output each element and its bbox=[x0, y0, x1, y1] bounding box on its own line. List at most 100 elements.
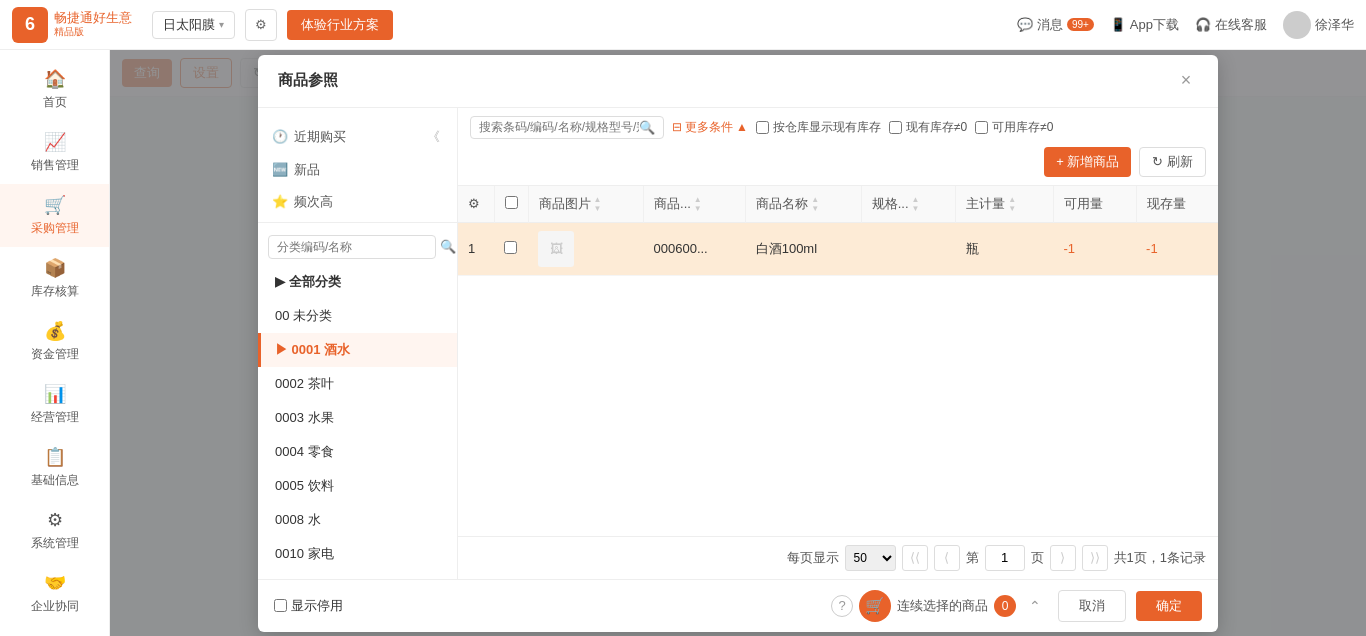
col-code[interactable]: 商品... ▲▼ bbox=[644, 186, 746, 223]
category-search-input[interactable] bbox=[268, 235, 436, 259]
product-table-wrap: ⚙ 商品图片 ▲▼ bbox=[458, 186, 1218, 536]
user-profile-item[interactable]: 徐泽华 bbox=[1283, 11, 1354, 39]
col-name[interactable]: 商品名称 ▲▼ bbox=[746, 186, 862, 223]
category-item-0005[interactable]: 0005 饮料 bbox=[258, 469, 457, 503]
layout: 🏠 首页 📈 销售管理 🛒 采购管理 📦 库存核算 💰 资金管理 📊 经营管理 … bbox=[0, 50, 1366, 636]
purchase-icon: 🛒 bbox=[44, 194, 66, 216]
category-item-0008[interactable]: 0008 水 bbox=[258, 503, 457, 537]
last-page-button[interactable]: ⟩⟩ bbox=[1082, 545, 1108, 571]
collapse-icon: ⌃ bbox=[1029, 598, 1041, 614]
category-item-0003[interactable]: 0003 水果 bbox=[258, 401, 457, 435]
existing-stock-checkbox-label[interactable]: 现有库存≠0 bbox=[889, 119, 967, 136]
show-disabled-checkbox-label[interactable]: 显示停用 bbox=[274, 597, 343, 615]
modal-left-panel: 🕐 近期购买 《 🆕 新品 ⭐ bbox=[258, 108, 458, 579]
add-product-button[interactable]: + 新增商品 bbox=[1044, 147, 1131, 177]
sidebar-item-sales[interactable]: 📈 销售管理 bbox=[0, 121, 109, 184]
quick-item-recent[interactable]: 🕐 近期购买 《 bbox=[258, 120, 457, 154]
select-all-checkbox[interactable] bbox=[505, 196, 518, 209]
col-unit[interactable]: 主计量 ▲▼ bbox=[956, 186, 1054, 223]
sidebar-item-system[interactable]: ⚙ 系统管理 bbox=[0, 499, 109, 562]
all-category-label: 全部分类 bbox=[289, 273, 341, 291]
sidebar-item-basic-info[interactable]: 📋 基础信息 bbox=[0, 436, 109, 499]
product-search-input[interactable] bbox=[479, 120, 639, 134]
per-page-select[interactable]: 10 20 50 100 bbox=[845, 545, 896, 571]
quick-item-freq[interactable]: ⭐ 频次高 bbox=[258, 186, 457, 218]
next-page-button[interactable]: ⟩ bbox=[1050, 545, 1076, 571]
shop-selector[interactable]: 日太阳膜 ▾ bbox=[152, 11, 235, 39]
sidebar-label-basic-info: 基础信息 bbox=[31, 472, 79, 489]
nav-right: 💬 消息 99+ 📱 App下载 🎧 在线客服 徐泽华 bbox=[1017, 11, 1354, 39]
cart-icon-button[interactable]: 🛒 bbox=[859, 590, 891, 622]
warehouse-checkbox-label[interactable]: 按仓库显示现有库存 bbox=[756, 119, 881, 136]
selected-count-badge: 0 bbox=[994, 595, 1016, 617]
product-search-icon[interactable]: 🔍 bbox=[639, 120, 655, 135]
col-image[interactable]: 商品图片 ▲▼ bbox=[528, 186, 644, 223]
cart-area: ? 🛒 连续选择的商品 0 ⌃ bbox=[831, 590, 1048, 622]
category-search-row: 🔍 bbox=[258, 229, 457, 265]
sidebar-item-finance[interactable]: 💰 资金管理 bbox=[0, 310, 109, 373]
category-item-00[interactable]: 00 未分类 bbox=[258, 299, 457, 333]
pagination: 每页显示 10 20 50 100 ⟨⟨ ⟨ 第 页 bbox=[458, 536, 1218, 579]
prev-page-button[interactable]: ⟨ bbox=[934, 545, 960, 571]
cancel-button[interactable]: 取消 bbox=[1058, 590, 1126, 622]
sidebar-item-collab[interactable]: 🤝 企业协同 bbox=[0, 562, 109, 625]
col-spec[interactable]: 规格... ▲▼ bbox=[861, 186, 956, 223]
help-icon[interactable]: ? bbox=[831, 595, 853, 617]
message-icon: 💬 bbox=[1017, 17, 1033, 32]
logo-icon: 6 bbox=[12, 7, 48, 43]
footer-collapse-button[interactable]: ⌃ bbox=[1022, 593, 1048, 619]
recent-collapse-icon[interactable]: 《 bbox=[423, 127, 443, 147]
show-disabled-checkbox[interactable] bbox=[274, 599, 287, 612]
quick-item-new[interactable]: 🆕 新品 bbox=[258, 154, 457, 186]
cat-0002-label: 0002 茶叶 bbox=[275, 376, 334, 391]
avatar bbox=[1283, 11, 1311, 39]
sidebar-item-inventory[interactable]: 📦 库存核算 bbox=[0, 247, 109, 310]
page-input[interactable] bbox=[985, 545, 1025, 571]
online-service-item[interactable]: 🎧 在线客服 bbox=[1195, 16, 1267, 34]
sales-icon: 📈 bbox=[44, 131, 66, 153]
existing-stock-checkbox[interactable] bbox=[889, 121, 902, 134]
freq-label: 频次高 bbox=[294, 193, 333, 211]
category-item-0004[interactable]: 0004 零食 bbox=[258, 435, 457, 469]
cart-icon: 🛒 bbox=[865, 596, 885, 615]
sidebar-item-business[interactable]: 📊 经营管理 bbox=[0, 373, 109, 436]
available-stock-checkbox-label[interactable]: 可用库存≠0 bbox=[975, 119, 1053, 136]
category-search-icon[interactable]: 🔍 bbox=[440, 239, 456, 254]
continuous-label: 连续选择的商品 bbox=[897, 597, 988, 615]
sidebar-item-purchase[interactable]: 🛒 采购管理 bbox=[0, 184, 109, 247]
business-icon: 📊 bbox=[44, 383, 66, 405]
sidebar-label-collab: 企业协同 bbox=[31, 598, 79, 615]
gear-button[interactable]: ⚙ bbox=[245, 9, 277, 41]
modal-close-button[interactable]: × bbox=[1174, 69, 1198, 93]
sidebar: 🏠 首页 📈 销售管理 🛒 采购管理 📦 库存核算 💰 资金管理 📊 经营管理 … bbox=[0, 50, 110, 636]
image-sort-icon: ▲▼ bbox=[594, 195, 602, 213]
category-item-0010[interactable]: 0010 家电 bbox=[258, 537, 457, 571]
category-item-0002[interactable]: 0002 茶叶 bbox=[258, 367, 457, 401]
try-button[interactable]: 体验行业方案 bbox=[287, 10, 393, 40]
modal-toolbar: 🔍 ⊟ 更多条件 ▲ 按仓库显示现有库存 bbox=[458, 108, 1218, 186]
row-checkbox-cell[interactable] bbox=[494, 222, 528, 275]
sidebar-label-purchase: 采购管理 bbox=[31, 220, 79, 237]
confirm-button[interactable]: 确定 bbox=[1136, 591, 1202, 621]
category-item-0001[interactable]: ▶ 0001 酒水 bbox=[258, 333, 457, 367]
phone-icon: 📱 bbox=[1110, 17, 1126, 32]
product-table: ⚙ 商品图片 ▲▼ bbox=[458, 186, 1218, 276]
table-row[interactable]: 1 🖼 000600... 白酒100ml bbox=[458, 222, 1218, 275]
app-download-item[interactable]: 📱 App下载 bbox=[1110, 16, 1179, 34]
basic-info-icon: 📋 bbox=[44, 446, 66, 468]
filter-more-button[interactable]: ⊟ 更多条件 ▲ bbox=[672, 119, 748, 136]
available-stock-text: 可用库存≠0 bbox=[992, 119, 1053, 136]
warehouse-checkbox[interactable] bbox=[756, 121, 769, 134]
sidebar-item-guide[interactable]: 🎯 新手引导 bbox=[0, 625, 109, 636]
freq-icon: ⭐ bbox=[272, 194, 288, 209]
category-item-all[interactable]: ▶ 全部分类 bbox=[258, 265, 457, 299]
refresh-button[interactable]: ↻ 刷新 bbox=[1139, 147, 1206, 177]
available-stock-checkbox[interactable] bbox=[975, 121, 988, 134]
recent-icon: 🕐 bbox=[272, 129, 288, 144]
row-stock: -1 bbox=[1136, 222, 1218, 275]
col-settings[interactable]: ⚙ bbox=[458, 186, 494, 223]
row-checkbox[interactable] bbox=[504, 241, 517, 254]
message-nav-item[interactable]: 💬 消息 99+ bbox=[1017, 16, 1094, 34]
first-page-button[interactable]: ⟨⟨ bbox=[902, 545, 928, 571]
sidebar-item-home[interactable]: 🏠 首页 bbox=[0, 58, 109, 121]
